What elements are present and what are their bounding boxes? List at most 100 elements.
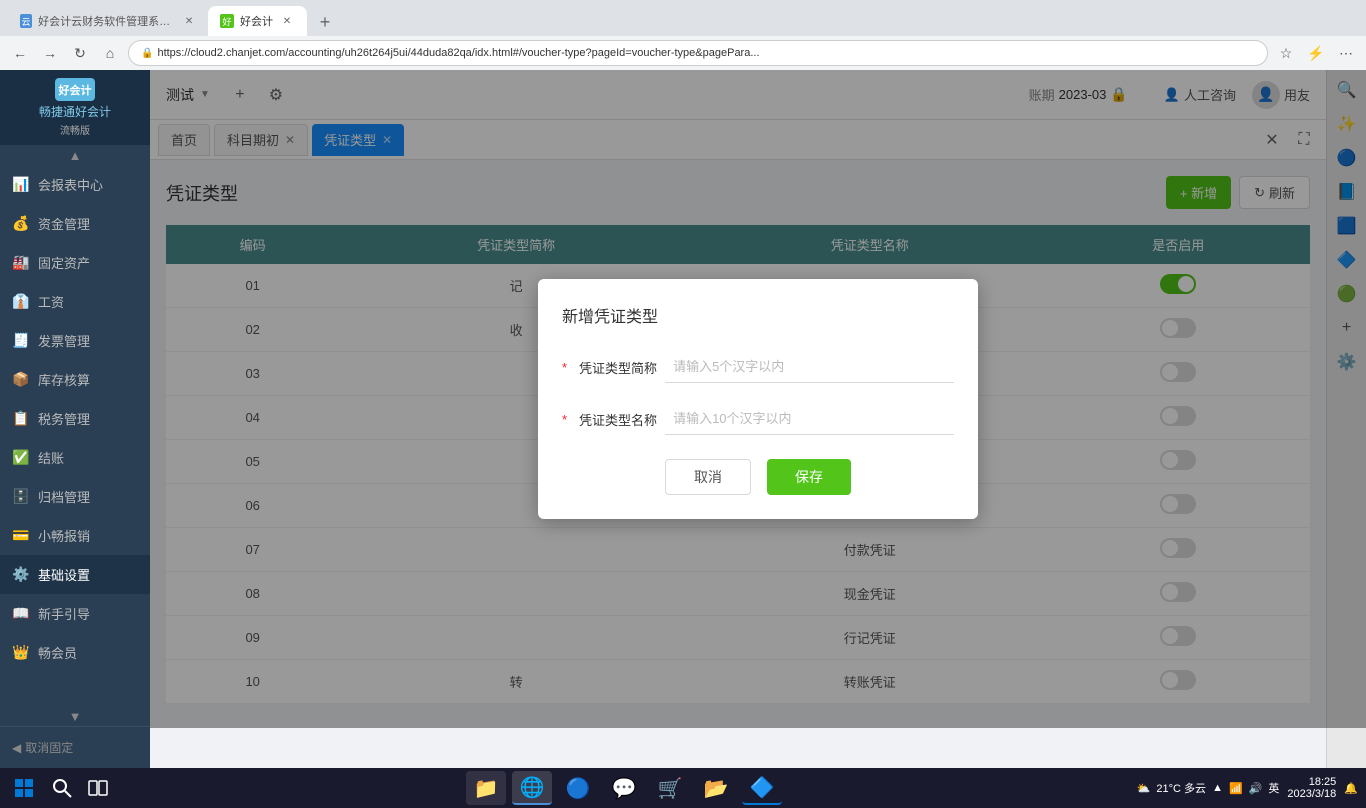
sidebar-item-tax[interactable]: 📋 税务管理	[0, 399, 150, 438]
network-icon: 📶	[1229, 782, 1243, 795]
weather-temp: 21°C 多云	[1156, 780, 1206, 796]
modal-title: 新增凭证类型	[562, 303, 954, 327]
sidebar-scroll-up[interactable]: ▲	[0, 145, 150, 165]
invoice-icon: 🧾	[12, 332, 30, 350]
forward-button[interactable]: →	[38, 41, 62, 65]
home-button[interactable]: ⌂	[98, 41, 122, 65]
abbr-required-mark: *	[562, 360, 567, 375]
name-required-mark: *	[562, 412, 567, 427]
taskbar-app-edge2[interactable]: 🔷	[742, 771, 782, 805]
tax-label: 税务管理	[38, 409, 90, 428]
checkout-icon: ✅	[12, 449, 30, 467]
expense-icon: 💳	[12, 527, 30, 545]
task-view-button[interactable]	[84, 774, 112, 802]
modal-actions: 取消 保存	[562, 459, 954, 495]
search-taskbar-button[interactable]	[48, 774, 76, 802]
abbr-input[interactable]	[665, 351, 954, 383]
sidebar: 好会计 畅捷通好会计 流畅版 ▲ 📊 会报表中心 💰 资金管理 🏭 固定资产 👔…	[0, 70, 150, 768]
taskview-icon	[88, 778, 108, 798]
browser-tab-1[interactable]: 云 好会计云财务软件管理系统_会计 ✕	[8, 6, 208, 36]
capital-icon: 💰	[12, 215, 30, 233]
sidebar-item-guide[interactable]: 📖 新手引导	[0, 594, 150, 633]
time-display[interactable]: 18:25 2023/3/18	[1287, 776, 1336, 800]
taskbar-app-files[interactable]: 📂	[696, 771, 736, 805]
address-text: https://cloud2.chanjet.com/accounting/uh…	[157, 47, 759, 59]
name-field: * 凭证类型名称	[562, 403, 954, 435]
sidebar-item-archive[interactable]: 🗄️ 归档管理	[0, 477, 150, 516]
sidebar-item-inventory[interactable]: 📦 库存核算	[0, 360, 150, 399]
reload-button[interactable]: ↻	[68, 41, 92, 65]
tab1-close-icon[interactable]: ✕	[182, 13, 196, 29]
sidebar-item-settings[interactable]: ⚙️ 基础设置	[0, 555, 150, 594]
notification-center-icon[interactable]: 🔔	[1344, 782, 1358, 795]
weather-icon: ⛅	[1137, 782, 1151, 795]
add-voucher-type-modal: 新增凭证类型 * 凭证类型简称 * 凭证类型名称 取消 保存	[538, 279, 978, 519]
checkout-label: 结账	[38, 448, 64, 467]
sidebar-menu: 📊 会报表中心 💰 资金管理 🏭 固定资产 👔 工资 🧾 发票管理 📦	[0, 165, 150, 706]
sound-icon: 🔊	[1249, 782, 1263, 795]
taskbar-app-explorer[interactable]: 📁	[466, 771, 506, 805]
member-icon: 👑	[12, 644, 30, 662]
salary-icon: 👔	[12, 293, 30, 311]
sidebar-item-expense[interactable]: 💳 小畅报销	[0, 516, 150, 555]
browser-menu-button[interactable]: ⋯	[1334, 41, 1358, 65]
abbr-label: 凭证类型简称	[577, 358, 657, 377]
clock-time: 18:25	[1287, 776, 1336, 788]
assets-label: 固定资产	[38, 253, 90, 272]
save-button[interactable]: 保存	[767, 459, 851, 495]
logo-badge: 流畅版	[60, 122, 90, 137]
cancel-pin-button[interactable]: ◀ 取消固定	[8, 735, 142, 760]
taskbar-left	[8, 772, 112, 804]
taskbar-right: ⛅ 21°C 多云 ▲ 📶 🔊 英 18:25 2023/3/18 🔔	[1137, 776, 1358, 800]
modal-overlay: 新增凭证类型 * 凭证类型简称 * 凭证类型名称 取消 保存	[150, 160, 1326, 728]
cancel-pin-label: 取消固定	[25, 739, 73, 756]
sidebar-item-member[interactable]: 👑 畅会员	[0, 633, 150, 672]
taskbar: 📁 🌐 🔵 💬 🛒 📂 🔷 ⛅ 21°C 多云 ▲ 📶 🔊 英	[0, 768, 1366, 808]
sidebar-item-invoice[interactable]: 🧾 发票管理	[0, 321, 150, 360]
address-bar: ← → ↻ ⌂ 🔒 https://cloud2.chanjet.com/acc…	[0, 36, 1366, 70]
app-container: 好会计 畅捷通好会计 流畅版 ▲ 📊 会报表中心 💰 资金管理 🏭 固定资产 👔…	[0, 70, 1366, 768]
sidebar-item-salary[interactable]: 👔 工资	[0, 282, 150, 321]
clock-date: 2023/3/18	[1287, 788, 1336, 800]
reports-icon: 📊	[12, 176, 30, 194]
settings-icon: ⚙️	[12, 566, 30, 584]
sidebar-item-assets[interactable]: 🏭 固定资产	[0, 243, 150, 282]
tab2-favicon: 好	[220, 14, 234, 28]
inventory-icon: 📦	[12, 371, 30, 389]
start-button[interactable]	[8, 772, 40, 804]
cancel-button[interactable]: 取消	[665, 459, 751, 495]
pin-icon: ◀	[12, 741, 21, 755]
invoice-label: 发票管理	[38, 331, 90, 350]
assets-icon: 🏭	[12, 254, 30, 272]
notification-icon[interactable]: ▲	[1212, 782, 1223, 794]
archive-icon: 🗄️	[12, 488, 30, 506]
taskbar-app-wechat[interactable]: 💬	[604, 771, 644, 805]
logo-text: 畅捷通好会计	[39, 103, 111, 120]
content-area: 凭证类型 + 新增 ↻ 刷新 编码 凭证类型简称 凭证类型名称 是否启用	[150, 160, 1326, 768]
salary-label: 工资	[38, 292, 64, 311]
inventory-label: 库存核算	[38, 370, 90, 389]
guide-label: 新手引导	[38, 604, 90, 623]
browser-tab-2[interactable]: 好 好会计 ✕	[208, 6, 307, 36]
tab2-close-icon[interactable]: ✕	[279, 13, 295, 29]
guide-icon: 📖	[12, 605, 30, 623]
taskbar-app-chrome[interactable]: 🌐	[512, 771, 552, 805]
address-input[interactable]: 🔒 https://cloud2.chanjet.com/accounting/…	[128, 40, 1268, 66]
taskbar-app-store[interactable]: 🛒	[650, 771, 690, 805]
sidebar-bottom: ◀ 取消固定	[0, 726, 150, 768]
new-tab-button[interactable]: +	[311, 8, 339, 36]
sidebar-scroll-down[interactable]: ▼	[0, 706, 150, 726]
capital-label: 资金管理	[38, 214, 90, 233]
tab2-title: 好会计	[240, 13, 273, 29]
sidebar-item-capital[interactable]: 💰 资金管理	[0, 204, 150, 243]
logo-icon: 好会计	[55, 78, 95, 101]
member-label: 畅会员	[38, 643, 77, 662]
sidebar-item-checkout[interactable]: ✅ 结账	[0, 438, 150, 477]
taskbar-app-edge[interactable]: 🔵	[558, 771, 598, 805]
tax-icon: 📋	[12, 410, 30, 428]
name-input[interactable]	[665, 403, 954, 435]
sidebar-item-reports[interactable]: 📊 会报表中心	[0, 165, 150, 204]
bookmark-button[interactable]: ☆	[1274, 41, 1298, 65]
back-button[interactable]: ←	[8, 41, 32, 65]
extensions-button[interactable]: ⚡	[1304, 41, 1328, 65]
